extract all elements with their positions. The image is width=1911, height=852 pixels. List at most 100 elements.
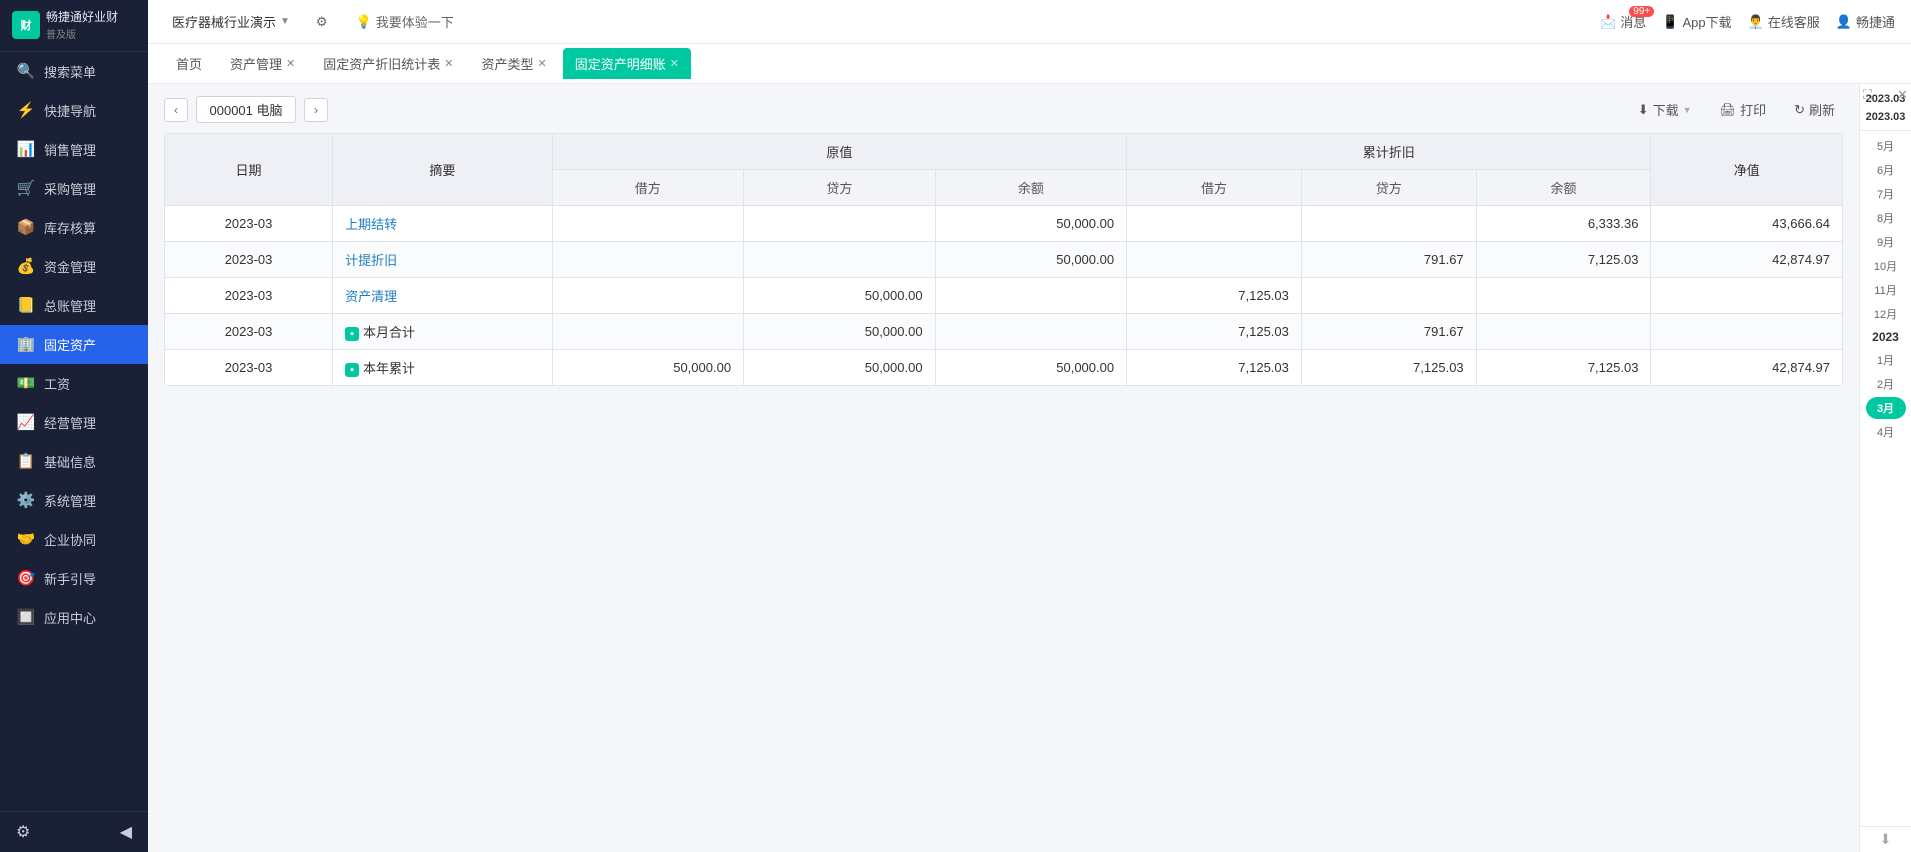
timeline-month[interactable]: 10月 [1866, 255, 1906, 277]
sidebar-item-apps[interactable]: 🔲应用中心 [0, 598, 148, 637]
cell-acc-debit [1127, 242, 1302, 278]
notifications-btn[interactable]: 📩 消息 99+ [1600, 12, 1646, 31]
basic-icon: 📋 [16, 452, 36, 470]
download-btn[interactable]: 📱 App下载 [1662, 12, 1731, 31]
sidebar-item-operation[interactable]: 📈经营管理 [0, 403, 148, 442]
timeline-list: 5月6月7月8月9月10月11月12月20231月2月3月4月 [1860, 131, 1911, 826]
tab-asset-mgmt[interactable]: 资产管理 ✕ [218, 48, 307, 79]
cell-orig-credit [744, 242, 936, 278]
cell-orig-credit: 50,000.00 [744, 350, 936, 386]
support-icon: 👨‍💼 [1748, 14, 1764, 30]
timeline-month[interactable]: 2023 [1866, 327, 1906, 347]
sub-orig-debit: 借方 [552, 170, 744, 206]
sidebar-label-fixed: 固定资产 [44, 335, 96, 354]
cell-acc-balance [1476, 314, 1651, 350]
sidebar-item-sales[interactable]: 📊销售管理 [0, 130, 148, 169]
operation-icon: 📈 [16, 413, 36, 431]
col-group-accumulated: 累计折旧 [1127, 134, 1651, 170]
sidebar-item-capital[interactable]: 💰资金管理 [0, 247, 148, 286]
sub-orig-credit: 贷方 [744, 170, 936, 206]
timeline-month[interactable]: 7月 [1866, 183, 1906, 205]
timeline-month[interactable]: 11月 [1866, 279, 1906, 301]
user-label: 畅捷通 [1856, 12, 1895, 31]
experience-label: 我要体验一下 [376, 12, 454, 31]
tab-label-home: 首页 [176, 54, 202, 73]
tab-close-asset-detail[interactable]: ✕ [670, 57, 679, 70]
tab-label-asset-mgmt: 资产管理 [230, 54, 282, 73]
timeline-month[interactable]: 5月 [1866, 135, 1906, 157]
timeline-month[interactable]: 12月 [1866, 303, 1906, 325]
download-btn[interactable]: ⬇ 下载 ▼ [1630, 96, 1700, 123]
timeline-month[interactable]: 3月 [1866, 397, 1906, 419]
sidebar-item-stock[interactable]: 📦库存核算 [0, 208, 148, 247]
sidebar-item-purchase[interactable]: 🛒采购管理 [0, 169, 148, 208]
sidebar-label-system: 系统管理 [44, 491, 96, 510]
timeline-month[interactable]: 4月 [1866, 421, 1906, 443]
cell-acc-credit: 791.67 [1301, 314, 1476, 350]
timeline-scroll-down[interactable]: ⬇ [1880, 831, 1892, 847]
company-selector[interactable]: 医疗器械行业演示 ▼ [164, 8, 298, 35]
tab-home[interactable]: 首页 [164, 48, 214, 79]
cell-acc-credit [1301, 206, 1476, 242]
support-btn[interactable]: 👨‍💼 在线客服 [1748, 12, 1820, 31]
timeline-month[interactable]: 8月 [1866, 207, 1906, 229]
sidebar-label-apps: 应用中心 [44, 608, 96, 627]
tab-depreciation-table[interactable]: 固定资产折旧统计表✕ [311, 48, 465, 79]
cell-orig-debit [552, 242, 744, 278]
timeline-month[interactable]: 6月 [1866, 159, 1906, 181]
print-btn[interactable]: 🖨 打印 [1712, 96, 1775, 123]
sidebar-item-search[interactable]: 🔍搜索菜单 [0, 52, 148, 91]
sidebar-item-newbie[interactable]: 🎯新手引导 [0, 559, 148, 598]
next-asset-btn[interactable]: › [304, 98, 328, 122]
tab-close-asset-mgmt[interactable]: ✕ [286, 57, 295, 70]
sidebar-label-purchase: 采购管理 [44, 179, 96, 198]
topbar-left: 医疗器械行业演示 ▼ ⚙ 💡 我要体验一下 [164, 8, 464, 35]
tab-close-depreciation-table[interactable]: ✕ [444, 57, 453, 70]
prev-asset-btn[interactable]: ‹ [164, 98, 188, 122]
sidebar-item-salary[interactable]: 💵工资 [0, 364, 148, 403]
fixed-icon: 🏢 [16, 335, 36, 353]
sidebar-item-system[interactable]: ⚙️系统管理 [0, 481, 148, 520]
cell-description: ▪本月合计 [333, 314, 552, 350]
sub-acc-balance: 余额 [1476, 170, 1651, 206]
collapse-icon[interactable]: ◀ [120, 822, 132, 842]
tab-close-asset-type[interactable]: ✕ [538, 57, 547, 70]
notification-badge: 99+ [1629, 6, 1654, 17]
sidebar-item-collab[interactable]: 🤝企业协同 [0, 520, 148, 559]
sidebar-bottom: ⚙ ◀ [0, 811, 148, 852]
cell-net-value: 42,874.97 [1651, 350, 1843, 386]
timeline-month[interactable]: 1月 [1866, 349, 1906, 371]
col-date: 日期 [165, 134, 333, 206]
timeline-top-date2: 2023.03 [1862, 108, 1909, 126]
tabbar: 首页资产管理✕固定资产折旧统计表✕资产类型✕固定资产明细账✕ [148, 44, 1911, 84]
cell-orig-balance: 50,000.00 [935, 350, 1127, 386]
cell-acc-balance [1476, 278, 1651, 314]
timeline-panel: ✕ ⛶ 2023.03 2023.03 5月6月7月8月9月10月11月12月2… [1859, 84, 1911, 852]
settings-menu[interactable]: ⚙ [306, 10, 338, 34]
sidebar-item-fixed[interactable]: 🏢 固定资产 [0, 325, 148, 364]
tab-asset-detail[interactable]: 固定资产明细账✕ [563, 48, 691, 79]
sidebar-item-basic[interactable]: 📋基础信息 [0, 442, 148, 481]
refresh-btn[interactable]: ↻ 刷新 [1786, 96, 1843, 123]
experience-btn[interactable]: 💡 我要体验一下 [346, 8, 464, 35]
timeline-month[interactable]: 9月 [1866, 231, 1906, 253]
expand-panel-icon[interactable]: ⛶ [1863, 87, 1872, 103]
cell-acc-credit: 791.67 [1301, 242, 1476, 278]
app-version: 普及版 [46, 26, 118, 41]
col-group-original: 原值 [552, 134, 1127, 170]
tab-asset-type[interactable]: 资产类型✕ [469, 48, 558, 79]
cell-description: 计提折旧 [333, 242, 552, 278]
print-label: 打印 [1740, 100, 1766, 119]
timeline-month[interactable]: 2月 [1866, 373, 1906, 395]
close-panel-icon[interactable]: ✕ [1897, 87, 1908, 103]
sidebar-item-ledger[interactable]: 📒总账管理 [0, 286, 148, 325]
sidebar-label-stock: 库存核算 [44, 218, 96, 237]
row-tag: ▪ [345, 327, 359, 341]
cell-date: 2023-03 [165, 350, 333, 386]
cell-acc-balance: 7,125.03 [1476, 350, 1651, 386]
sidebar-label-salary: 工资 [44, 374, 70, 393]
sidebar-item-quicknav[interactable]: ⚡快捷导航 [0, 91, 148, 130]
cell-acc-debit: 7,125.03 [1127, 350, 1302, 386]
user-btn[interactable]: 👤 畅捷通 [1836, 12, 1895, 31]
settings-icon[interactable]: ⚙ [16, 822, 30, 842]
